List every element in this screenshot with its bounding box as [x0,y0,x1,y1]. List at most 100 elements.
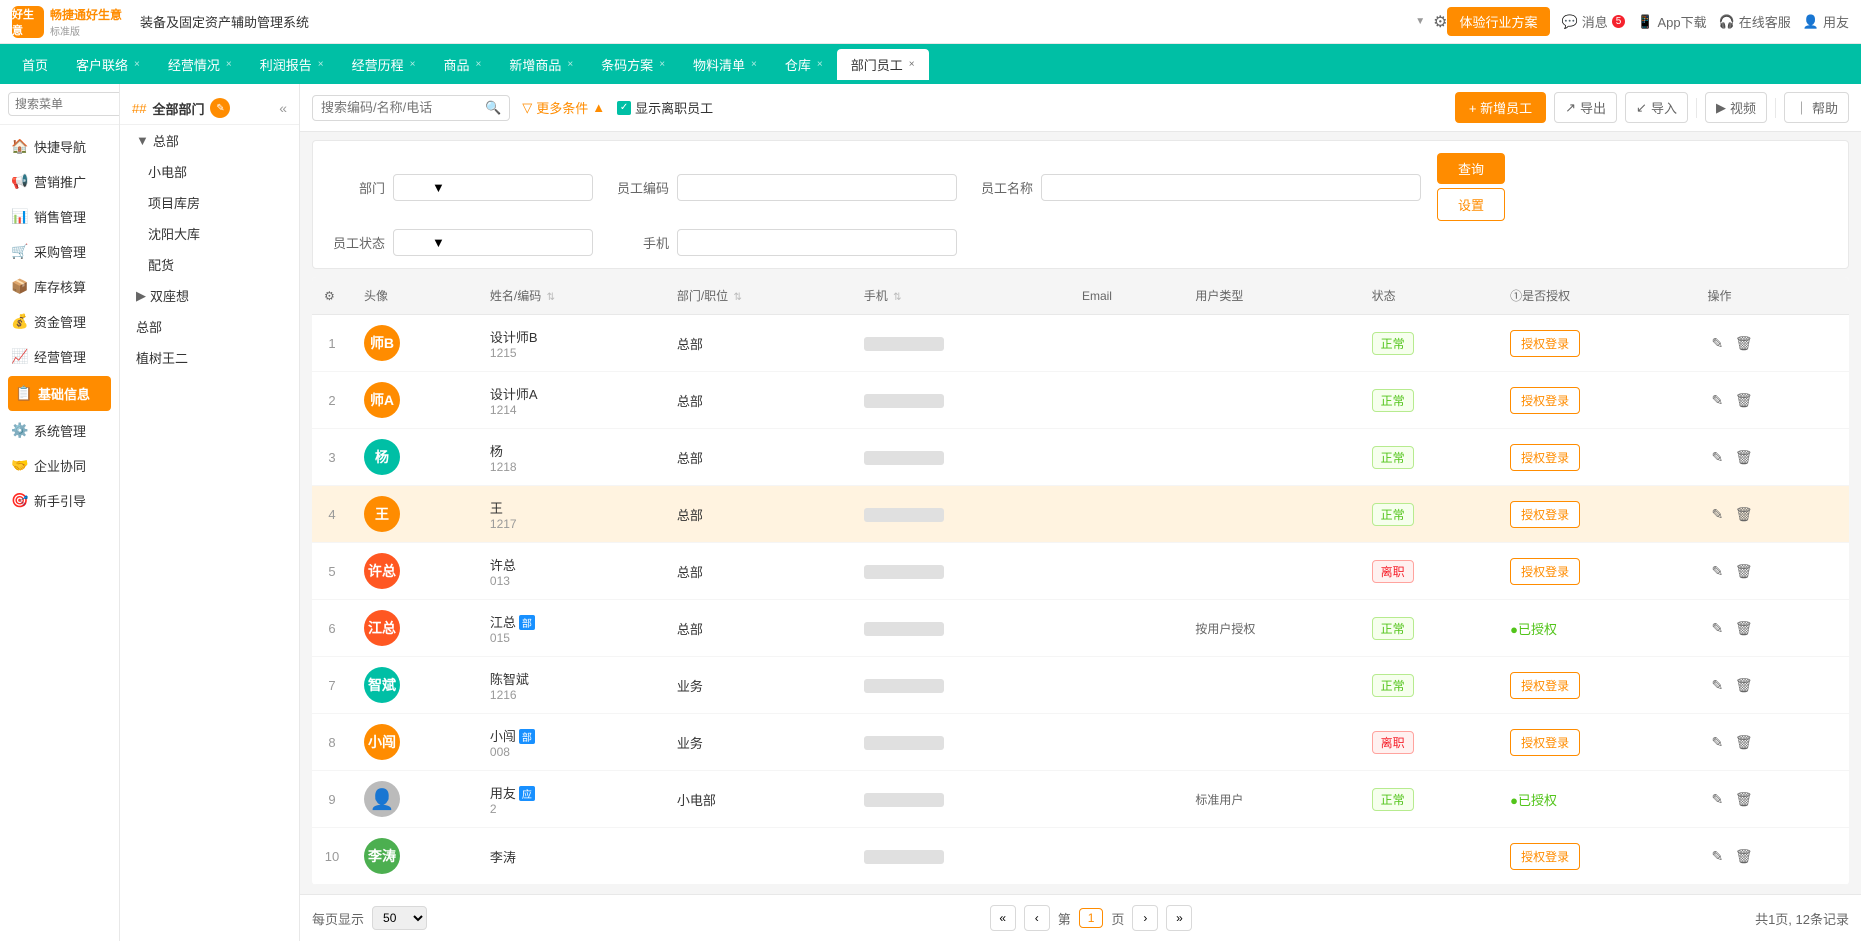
auth-login-btn[interactable]: 授权登录 [1510,330,1580,357]
sidebar-item-quicknav[interactable]: 🏠快捷导航 [0,129,119,164]
tree-item-xiaodian[interactable]: 小电部 [120,156,299,187]
sidebar-item-sales[interactable]: 📊销售管理 [0,199,119,234]
query-button[interactable]: 查询 [1437,153,1505,184]
first-page-btn[interactable]: « [990,905,1016,931]
tab-warehouse[interactable]: 仓库× [771,49,837,80]
delete-btn[interactable]: 🗑 [1731,333,1757,354]
dept-tree-collapse-icon[interactable]: « [279,100,287,116]
employee-code-input[interactable] [677,174,957,201]
tab-home[interactable]: 首页 [8,49,62,80]
delete-btn[interactable]: 🗑 [1731,732,1757,753]
tree-item-shuangzuo[interactable]: ▶ 双座想 [120,280,299,311]
add-employee-button[interactable]: + 新增员工 [1455,92,1546,123]
th-phone[interactable]: 手机 ⇅ [852,277,1070,315]
edit-btn[interactable]: ✎ [1707,732,1727,753]
last-page-btn[interactable]: » [1166,905,1192,931]
tree-item-zhishu[interactable]: 植树王二 [120,342,299,373]
set-button[interactable]: 设置 [1437,188,1505,221]
delete-btn[interactable]: 🗑 [1731,675,1757,696]
th-name[interactable]: 姓名/编码 ⇅ [478,277,665,315]
tab-bom[interactable]: 物料清单× [679,49,771,80]
export-button[interactable]: ↗ 导出 [1554,92,1617,123]
th-settings[interactable]: ⚙ [312,277,352,315]
close-bom-icon[interactable]: × [751,59,757,70]
edit-btn[interactable]: ✎ [1707,390,1727,411]
auth-login-btn[interactable]: 授权登录 [1510,672,1580,699]
auth-login-btn[interactable]: 授权登录 [1510,501,1580,528]
dept-select[interactable]: ▼ [393,174,593,201]
tree-item-zongbu-parent[interactable]: ▼ 总部 [120,125,299,156]
edit-btn[interactable]: ✎ [1707,504,1727,525]
edit-btn[interactable]: ✎ [1707,333,1727,354]
tab-barcode[interactable]: 条码方案× [587,49,679,80]
user-btn[interactable]: 👤 用友 [1803,12,1849,31]
prev-page-btn[interactable]: ‹ [1024,905,1050,931]
edit-btn[interactable]: ✎ [1707,618,1727,639]
delete-btn[interactable]: 🗑 [1731,447,1757,468]
dept-tree-edit-icon[interactable]: ✎ [210,98,230,118]
sidebar-search-input[interactable] [8,92,120,116]
close-new-product-icon[interactable]: × [567,59,573,70]
tab-customer[interactable]: 客户联络× [62,49,154,80]
tree-item-shenyang[interactable]: 沈阳大库 [120,218,299,249]
sidebar-item-system[interactable]: ⚙️系统管理 [0,413,119,448]
edit-btn[interactable]: ✎ [1707,846,1727,867]
employee-name-input[interactable] [1041,174,1421,201]
tree-item-peihuo[interactable]: 配货 [120,249,299,280]
search-icon[interactable]: 🔍 [485,100,501,116]
close-customer-icon[interactable]: × [134,59,140,70]
delete-btn[interactable]: 🗑 [1731,789,1757,810]
auth-login-btn[interactable]: 授权登录 [1510,387,1580,414]
close-profit-icon[interactable]: × [318,59,324,70]
tab-operation[interactable]: 经营情况× [154,49,246,80]
sidebar-item-management[interactable]: 📈经营管理 [0,339,119,374]
delete-btn[interactable]: 🗑 [1731,390,1757,411]
sidebar-item-marketing[interactable]: 📢营销推广 [0,164,119,199]
edit-btn[interactable]: ✎ [1707,789,1727,810]
sidebar-item-guide[interactable]: 🎯新手引导 [0,483,119,518]
phone-input[interactable] [677,229,957,256]
per-page-select[interactable]: 50 100 [372,906,427,930]
search-input[interactable] [321,100,481,115]
tab-employees[interactable]: 部门员工× [837,49,929,80]
close-operation-icon[interactable]: × [226,59,232,70]
status-select[interactable]: ▼ [393,229,593,256]
sidebar-item-inventory[interactable]: 📦库存核算 [0,269,119,304]
edit-btn[interactable]: ✎ [1707,561,1727,582]
system-title-dropdown[interactable]: ▼ [1415,16,1425,27]
delete-btn[interactable]: 🗑 [1731,504,1757,525]
tab-history[interactable]: 经营历程× [338,49,430,80]
close-history-icon[interactable]: × [410,59,416,70]
auth-login-btn[interactable]: 授权登录 [1510,444,1580,471]
close-warehouse-icon[interactable]: × [817,59,823,70]
auth-login-btn[interactable]: 授权登录 [1510,843,1580,870]
tree-item-zongbu2[interactable]: 总部 [120,311,299,342]
show-resigned-toggle[interactable]: ✓ 显示离职员工 [617,98,713,117]
sidebar-item-purchase[interactable]: 🛒采购管理 [0,234,119,269]
edit-btn[interactable]: ✎ [1707,675,1727,696]
close-product-icon[interactable]: × [475,59,481,70]
edit-btn[interactable]: ✎ [1707,447,1727,468]
tree-item-project[interactable]: 项目库房 [120,187,299,218]
online-support-btn[interactable]: 🎧 在线客服 [1719,12,1791,31]
message-btn[interactable]: 💬 消息 5 [1562,12,1626,31]
sidebar-item-basic[interactable]: 📋基础信息 [8,376,111,411]
auth-login-btn[interactable]: 授权登录 [1510,729,1580,756]
delete-btn[interactable]: 🗑 [1731,846,1757,867]
auth-login-btn[interactable]: 授权登录 [1510,558,1580,585]
tab-profit[interactable]: 利润报告× [246,49,338,80]
app-download-btn[interactable]: 📱 App下载 [1637,12,1706,31]
next-page-btn[interactable]: › [1132,905,1158,931]
delete-btn[interactable]: 🗑 [1731,561,1757,582]
delete-btn[interactable]: 🗑 [1731,618,1757,639]
trial-button[interactable]: 体验行业方案 [1447,7,1549,36]
gear-icon[interactable]: ⚙ [1433,12,1447,32]
close-barcode-icon[interactable]: × [659,59,665,70]
sidebar-item-finance[interactable]: 💰资金管理 [0,304,119,339]
th-dept[interactable]: 部门/职位 ⇅ [665,277,852,315]
help-button[interactable]: ｜ 帮助 [1784,92,1849,123]
close-employees-icon[interactable]: × [909,59,915,70]
tab-new-product[interactable]: 新增商品× [495,49,587,80]
more-conditions-btn[interactable]: ▽ 更多条件 ▲ [522,98,605,117]
view-button[interactable]: ▶ 视频 [1705,92,1767,123]
